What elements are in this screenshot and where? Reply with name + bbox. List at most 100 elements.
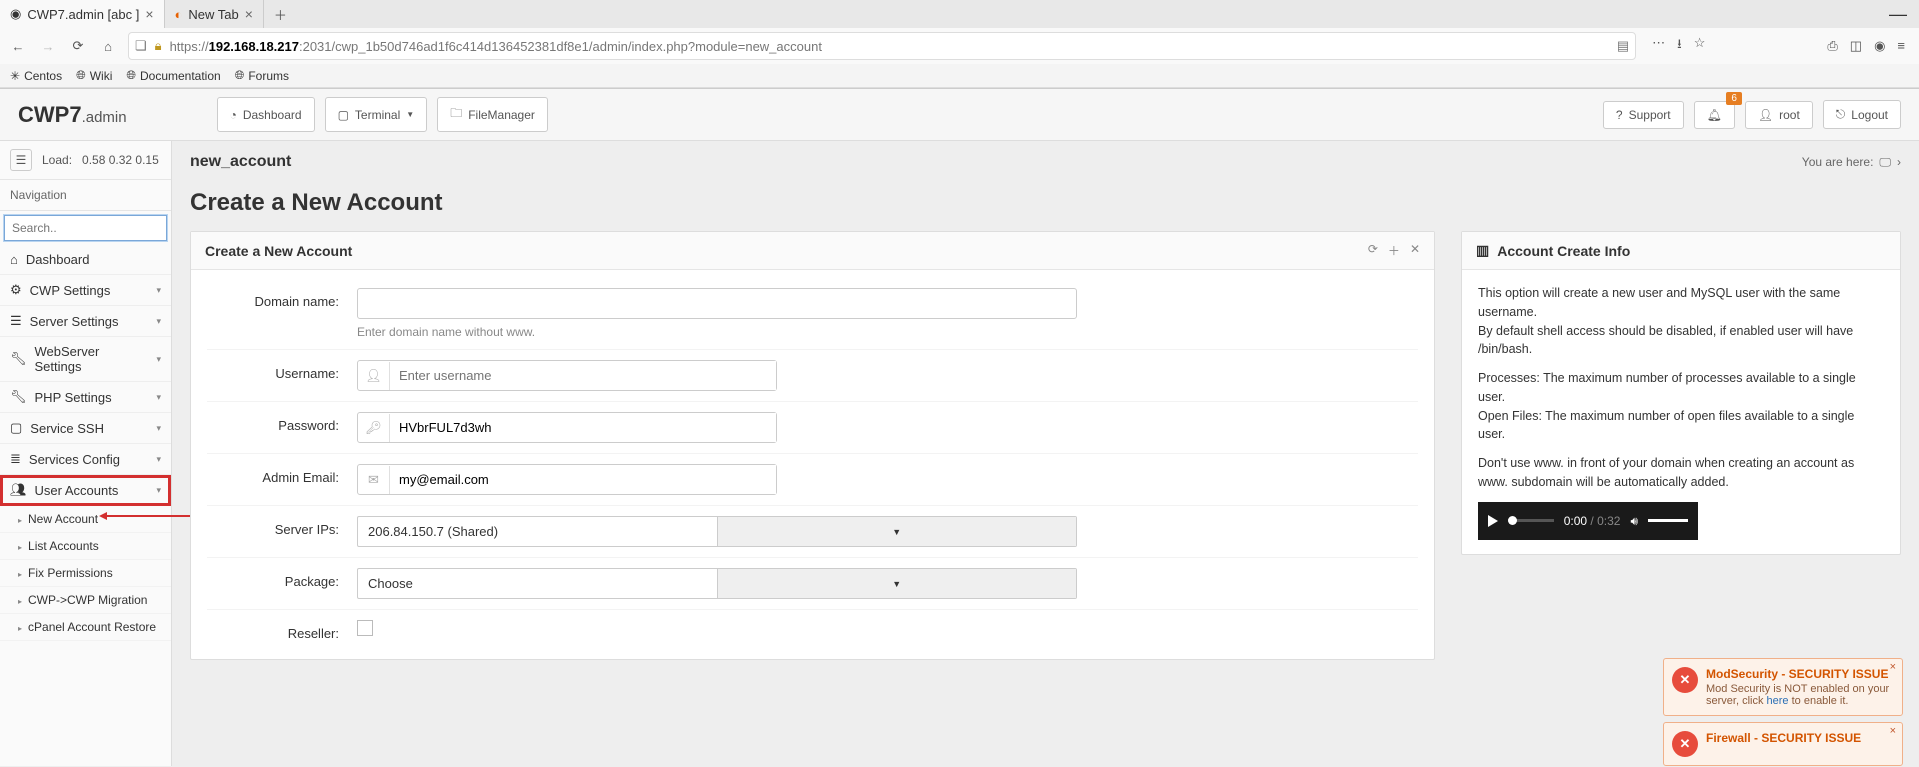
domain-input[interactable] <box>357 288 1077 319</box>
close-icon[interactable]: × <box>245 6 253 22</box>
row-username: Username: 👤︎ <box>207 350 1418 402</box>
user-button[interactable]: 👤︎root <box>1745 101 1813 129</box>
reader-icon[interactable]: ▤ <box>1617 38 1629 54</box>
chevron-down-icon: ▾ <box>156 316 161 327</box>
row-package: Package: Choose▼ <box>207 558 1418 610</box>
wrench-icon: 🔧︎ <box>10 389 27 405</box>
new-tab-button[interactable]: ＋ <box>264 5 297 24</box>
plus-icon[interactable]: ＋ <box>1388 242 1400 259</box>
server-icon: ☰ <box>10 313 22 329</box>
error-icon: ✕ <box>1672 731 1698 757</box>
bookmark-documentation[interactable]: 🌐︎ Documentation <box>126 68 220 83</box>
users-icon: 👥︎ <box>10 482 27 498</box>
search-input[interactable] <box>4 215 167 241</box>
subnav-cwp-migration[interactable]: CWP->CWP Migration <box>0 587 171 614</box>
row-domain: Domain name: Enter domain name without w… <box>207 278 1418 350</box>
play-icon[interactable] <box>1488 515 1498 527</box>
load-row: ☰ Load: 0.58 0.32 0.15 <box>0 141 171 180</box>
nav-webserver-settings[interactable]: 🔧︎WebServer Settings▾ <box>0 337 171 382</box>
page-subhead-title: new_account <box>190 153 291 171</box>
user-icon: 👤︎ <box>1758 108 1773 122</box>
refresh-icon[interactable]: ⟳ <box>1368 242 1378 259</box>
bookmark-forums[interactable]: 🌐︎ Forums <box>235 68 289 83</box>
subnav-new-account[interactable]: New Account <box>0 506 171 533</box>
package-select[interactable]: Choose▼ <box>357 568 1077 599</box>
toast-link[interactable]: here <box>1767 695 1789 707</box>
filemanager-button[interactable]: 🗀FileManager <box>437 97 548 132</box>
dashboard-button[interactable]: ◔Dashboard <box>217 97 315 132</box>
nav-server-settings[interactable]: ☰Server Settings▾ <box>0 306 171 337</box>
subnav-list-accounts[interactable]: List Accounts <box>0 533 171 560</box>
forward-button[interactable]: → <box>38 39 58 54</box>
support-button[interactable]: ?Support <box>1603 101 1684 129</box>
content-row: Create a New Account ⟳ ＋ ✕ Domain name: <box>190 231 1901 660</box>
nav-dashboard[interactable]: ⌂Dashboard <box>0 245 171 275</box>
domain-label: Domain name: <box>207 288 357 309</box>
terminal-button[interactable]: ▢Terminal▼ <box>325 97 428 132</box>
library-icon[interactable]: ⎙ <box>1827 38 1837 54</box>
close-icon[interactable]: × <box>145 6 153 22</box>
body-row: ☰ Load: 0.58 0.32 0.15 Navigation ⌂Dashb… <box>0 141 1919 766</box>
browser-tab-1[interactable]: ◐ New Tab × <box>165 0 264 28</box>
monitor-icon[interactable]: 🖵 <box>1879 155 1891 170</box>
audio-thumb[interactable] <box>1508 516 1517 525</box>
volume-icon[interactable]: 🔊︎ <box>1630 512 1638 530</box>
star-icon[interactable]: ☆ <box>1694 35 1706 57</box>
app-header: CWP7.admin ◔Dashboard ▢Terminal▼ 🗀FileMa… <box>0 89 1919 141</box>
url-bar[interactable]: ❏ 🔒︎ https://192.168.18.217:2031/cwp_1b5… <box>128 32 1636 60</box>
sidebar-icon[interactable]: ◫ <box>1850 38 1862 54</box>
logout-button[interactable]: ⎋Logout <box>1823 100 1901 129</box>
nav-user-accounts[interactable]: 👥︎User Accounts▾ <box>0 475 171 506</box>
account-icon[interactable]: ◉ <box>1874 38 1885 54</box>
nav-service-ssh[interactable]: ▢Service SSH▾ <box>0 413 171 444</box>
database-icon: ☰ <box>10 149 32 171</box>
username-input[interactable] <box>390 361 776 390</box>
browser-tabs: ◉ CWP7.admin [abc ] × ◐ New Tab × ＋ — <box>0 0 1919 28</box>
package-label: Package: <box>207 568 357 589</box>
lock-icon: 🔒︎ <box>155 38 162 54</box>
close-icon[interactable]: × <box>1890 725 1896 737</box>
minimize-icon[interactable]: — <box>1877 4 1919 25</box>
menu-icon[interactable]: ≡ <box>1897 38 1905 54</box>
sidebar: ☰ Load: 0.58 0.32 0.15 Navigation ⌂Dashb… <box>0 141 172 766</box>
home-button[interactable]: ⌂ <box>98 39 118 54</box>
more-icon[interactable]: ⋯ <box>1652 35 1665 57</box>
audio-track[interactable] <box>1508 519 1554 522</box>
nav-cwp-settings[interactable]: ⚙CWP Settings▾ <box>0 275 171 306</box>
browser-tab-0[interactable]: ◉ CWP7.admin [abc ] × <box>0 0 165 28</box>
toast-message: Mod Security is NOT enabled on your serv… <box>1706 683 1892 707</box>
chevron-down-icon: ▾ <box>156 423 161 434</box>
reseller-checkbox[interactable] <box>357 620 373 636</box>
chevron-right-icon: › <box>1897 155 1901 169</box>
account-info-panel: ▥Account Create Info This option will cr… <box>1461 231 1901 555</box>
row-reseller: Reseller: <box>207 610 1418 651</box>
volume-slider[interactable] <box>1648 519 1688 522</box>
notifications-button[interactable]: 🔔︎ 6 <box>1694 101 1735 129</box>
logout-icon: ⎋ <box>1836 107 1846 122</box>
key-icon: 🔑︎ <box>358 414 390 442</box>
bookmark-centos[interactable]: ✳ Centos <box>10 69 62 83</box>
serverips-select[interactable]: 206.84.150.7 (Shared)▼ <box>357 516 1077 547</box>
password-input[interactable] <box>390 413 776 442</box>
reload-button[interactable]: ⟳ <box>68 38 88 54</box>
subnav-fix-permissions[interactable]: Fix Permissions <box>0 560 171 587</box>
subnav-cpanel-restore[interactable]: cPanel Account Restore <box>0 614 171 641</box>
terminal-icon: ▢ <box>10 420 22 436</box>
nav-icons-far-right: ⎙ ◫ ◉ ≡ <box>1821 38 1911 54</box>
close-icon[interactable]: ✕ <box>1410 242 1420 259</box>
home-icon: ⌂ <box>10 252 18 267</box>
toast-title: Firewall - SECURITY ISSUE <box>1706 731 1861 745</box>
info-panel-head: ▥Account Create Info <box>1462 232 1900 270</box>
chevron-down-icon: ▼ <box>717 569 1077 598</box>
nav-php-settings[interactable]: 🔧︎PHP Settings▾ <box>0 382 171 413</box>
email-input[interactable] <box>390 465 776 494</box>
close-icon[interactable]: × <box>1890 661 1896 673</box>
back-button[interactable]: ← <box>8 39 28 54</box>
tab-title: New Tab <box>188 7 238 22</box>
header-right: ?Support 🔔︎ 6 👤︎root ⎋Logout <box>1603 100 1901 129</box>
save-icon[interactable]: ⭳ <box>1677 35 1682 57</box>
nav-services-config[interactable]: ≣Services Config▾ <box>0 444 171 475</box>
audio-player[interactable]: 0:00 / 0:32 🔊︎ <box>1478 502 1698 540</box>
bookmark-wiki[interactable]: 🌐︎ Wiki <box>76 68 112 83</box>
breadcrumb: You are here: 🖵 › <box>1802 155 1901 170</box>
